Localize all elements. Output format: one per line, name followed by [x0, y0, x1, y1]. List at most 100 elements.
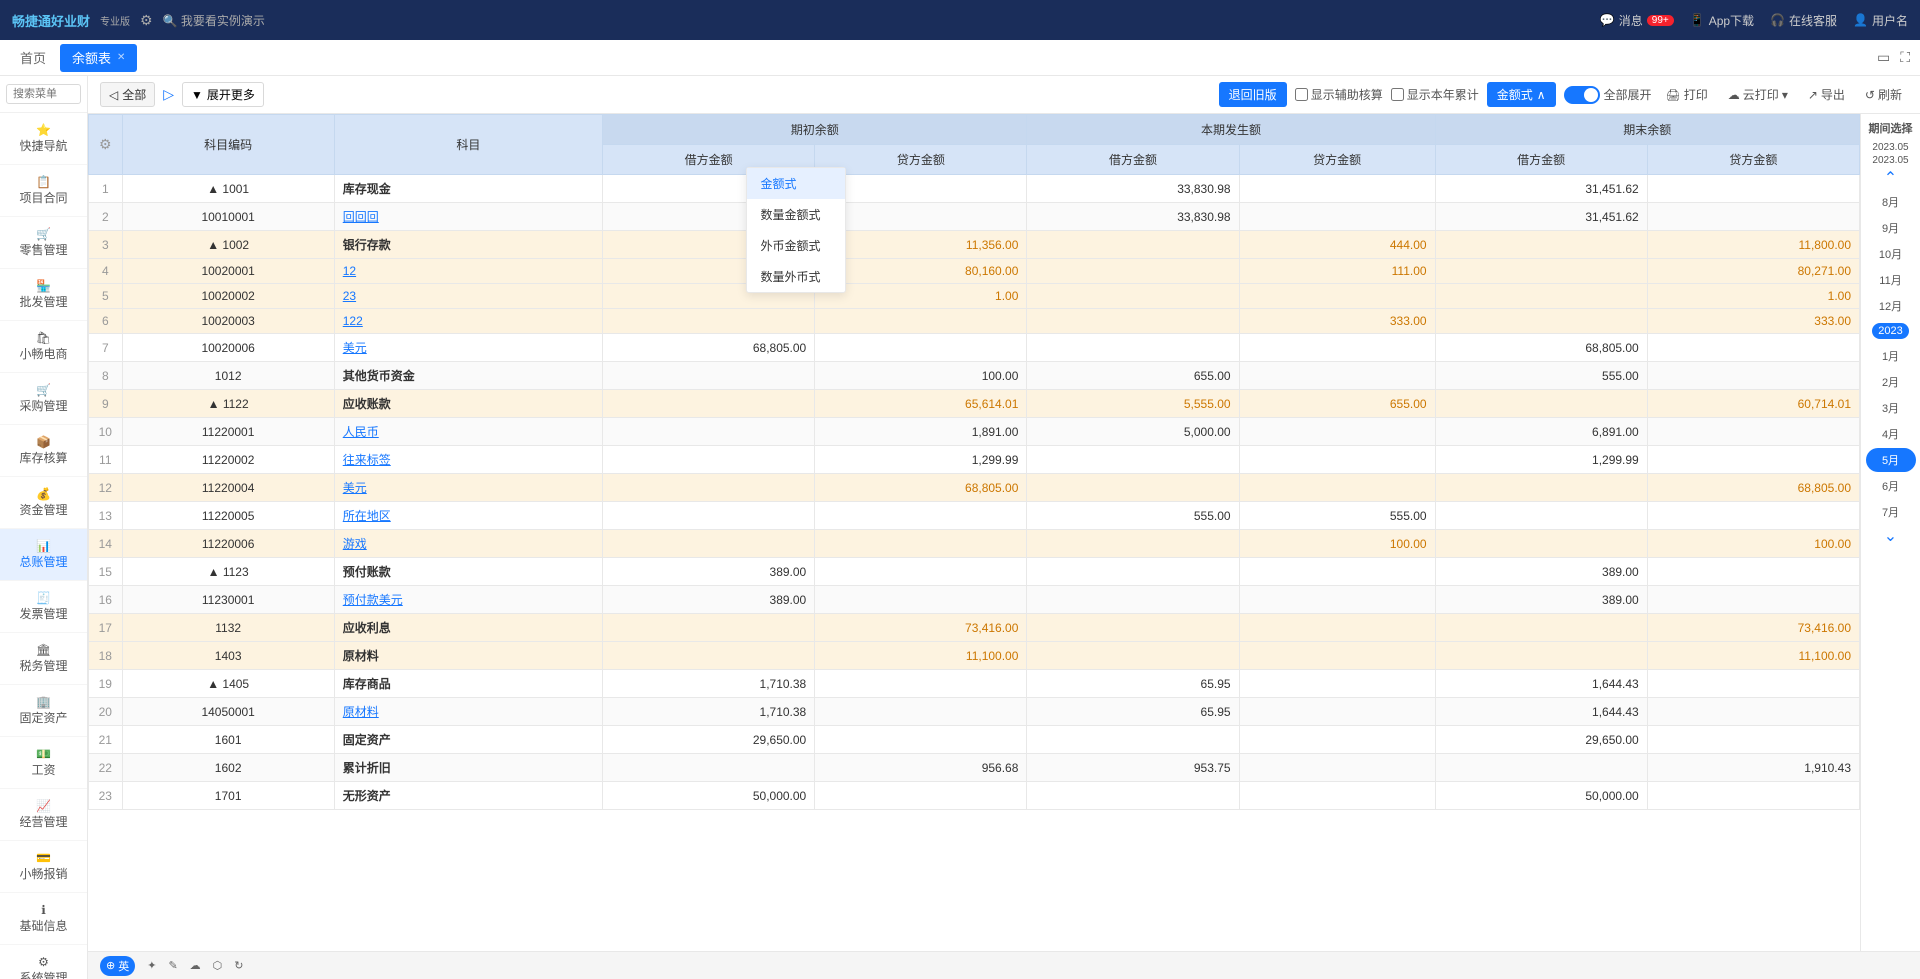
period-5[interactable]: 5月	[1866, 448, 1916, 472]
demo-link[interactable]: 🔍 我要看实例演示	[163, 12, 265, 29]
dropdown-item-amount[interactable]: 金额式	[747, 168, 845, 199]
period-9[interactable]: 9月	[1866, 216, 1916, 240]
sidebar-item-tax[interactable]: 🏛 税务管理	[0, 633, 87, 685]
row-name[interactable]: 其他货币资金	[334, 362, 602, 390]
table-row[interactable]: 19 ▲ 1405 库存商品 1,710.38 65.95 1,644.43	[89, 670, 1860, 698]
amount-mode-btn[interactable]: 金额式 ∧	[1487, 82, 1556, 107]
tab-maximize-icon[interactable]: ⛶	[1898, 47, 1912, 68]
row-name[interactable]: 库存现金	[334, 175, 602, 203]
table-row[interactable]: 10 11220001 人民币 1,891.00 5,000.00 6,891.…	[89, 418, 1860, 446]
row-name[interactable]: 往来标签	[334, 446, 602, 474]
table-row[interactable]: 12 11220004 美元 68,805.00 68,805.00	[89, 474, 1860, 502]
online-service-btn[interactable]: 🎧 在线客服	[1770, 12, 1837, 29]
table-row[interactable]: 1 ▲ 1001 库存现金 65,282.60 33,830.98 31,451…	[89, 175, 1860, 203]
period-10[interactable]: 10月	[1866, 242, 1916, 266]
tab-home[interactable]: 首页	[8, 44, 58, 72]
row-name[interactable]: 预付账款	[334, 558, 602, 586]
row-name[interactable]: 美元	[334, 334, 602, 362]
table-row[interactable]: 15 ▲ 1123 预付账款 389.00 389.00	[89, 558, 1860, 586]
sidebar-item-retail[interactable]: 🛒 零售管理	[0, 217, 87, 269]
export-btn[interactable]: ↗ 导出	[1802, 83, 1851, 106]
sidebar-item-purchase[interactable]: 🛒 采购管理	[0, 373, 87, 425]
sidebar-item-system[interactable]: ⚙ 系统管理	[0, 945, 87, 979]
table-row[interactable]: 5 10020002 23 1.00 1.00	[89, 284, 1860, 309]
row-name[interactable]: 无形资产	[334, 782, 602, 810]
tab-minimize-icon[interactable]: ▭	[1875, 47, 1892, 68]
row-name[interactable]: 应收账款	[334, 390, 602, 418]
table-row[interactable]: 22 1602 累计折旧 956.68 953.75 1,910.43	[89, 754, 1860, 782]
status-icon-3[interactable]: ☁	[190, 959, 201, 972]
table-row[interactable]: 21 1601 固定资产 29,650.00 29,650.00	[89, 726, 1860, 754]
dropdown-item-foreign-amount[interactable]: 外币金额式	[747, 230, 845, 261]
show-yearly-label[interactable]: 显示本年累计	[1391, 86, 1479, 103]
expand-btn[interactable]: ▼ 展开更多	[182, 82, 264, 107]
period-range-start[interactable]: 2023.05	[1872, 142, 1908, 153]
period-8[interactable]: 8月	[1866, 190, 1916, 214]
row-name[interactable]: 122	[334, 309, 602, 334]
user-btn[interactable]: 👤 用户名	[1853, 12, 1908, 29]
table-row[interactable]: 3 ▲ 1002 银行存款 11,356.00 444.00 11,800.00	[89, 231, 1860, 259]
row-name[interactable]: 美元	[334, 474, 602, 502]
sidebar-item-operations[interactable]: 📈 经营管理	[0, 789, 87, 841]
table-row[interactable]: 11 11220002 往来标签 1,299.99 1,299.99	[89, 446, 1860, 474]
sidebar-item-inventory[interactable]: 📦 库存核算	[0, 425, 87, 477]
status-icon-4[interactable]: ⬡	[213, 959, 223, 972]
status-icon-1[interactable]: ✦	[147, 959, 156, 972]
period-up-nav[interactable]: ⌃	[1865, 168, 1916, 188]
sidebar-item-ecommerce[interactable]: 🛍 小畅电商	[0, 321, 87, 373]
sidebar-item-ledger[interactable]: 📊 总账管理	[0, 529, 87, 581]
row-name[interactable]: 回回回	[334, 203, 602, 231]
period-6[interactable]: 6月	[1866, 474, 1916, 498]
row-name[interactable]: 原材料	[334, 698, 602, 726]
table-row[interactable]: 7 10020006 美元 68,805.00 68,805.00	[89, 334, 1860, 362]
sidebar-item-invoice[interactable]: 🧾 发票管理	[0, 581, 87, 633]
switch-track[interactable]	[1564, 86, 1600, 104]
tab-balance[interactable]: 余额表 ✕	[60, 44, 137, 72]
gear-icon[interactable]: ⚙	[140, 12, 153, 29]
table-row[interactable]: 8 1012 其他货币资金 100.00 655.00 555.00	[89, 362, 1860, 390]
dropdown-item-qty-foreign[interactable]: 数量外币式	[747, 261, 845, 292]
status-icon-5[interactable]: ↻	[234, 959, 243, 972]
table-row[interactable]: 16 11230001 预付款美元 389.00 389.00	[89, 586, 1860, 614]
all-btn[interactable]: ◁ 全部	[100, 82, 155, 107]
period-down-nav[interactable]: ⌄	[1865, 526, 1916, 546]
table-row[interactable]: 23 1701 无形资产 50,000.00 50,000.00	[89, 782, 1860, 810]
sidebar-item-project[interactable]: 📋 项目合同	[0, 165, 87, 217]
period-11[interactable]: 11月	[1866, 268, 1916, 292]
row-name[interactable]: 库存商品	[334, 670, 602, 698]
lang-btn[interactable]: ⊕ 英	[100, 956, 135, 976]
row-name[interactable]: 预付款美元	[334, 586, 602, 614]
show-yearly-checkbox[interactable]	[1391, 88, 1404, 101]
period-1[interactable]: 1月	[1866, 344, 1916, 368]
row-name[interactable]: 固定资产	[334, 726, 602, 754]
sidebar-item-wholesale[interactable]: 🏪 批发管理	[0, 269, 87, 321]
expand-all-toggle[interactable]: 全部展开	[1564, 86, 1652, 104]
refresh-btn[interactable]: ↺ 刷新	[1859, 83, 1908, 106]
sidebar-item-capital[interactable]: 💰 资金管理	[0, 477, 87, 529]
period-12[interactable]: 12月	[1866, 294, 1916, 318]
row-name[interactable]: 所在地区	[334, 502, 602, 530]
th-settings[interactable]: ⚙	[89, 115, 123, 175]
app-download-btn[interactable]: 📱 App下载	[1690, 12, 1754, 29]
period-4[interactable]: 4月	[1866, 422, 1916, 446]
column-settings-icon[interactable]: ⚙	[97, 134, 114, 154]
row-name[interactable]: 23	[334, 284, 602, 309]
row-name[interactable]: 12	[334, 259, 602, 284]
row-name[interactable]: 人民币	[334, 418, 602, 446]
status-icon-2[interactable]: ✎	[168, 959, 177, 972]
table-row[interactable]: 20 14050001 原材料 1,710.38 65.95 1,644.43	[89, 698, 1860, 726]
message-btn[interactable]: 💬 消息 99+	[1600, 12, 1674, 29]
table-row[interactable]: 9 ▲ 1122 应收账款 65,614.01 5,555.00 655.00 …	[89, 390, 1860, 418]
table-row[interactable]: 18 1403 原材料 11,100.00 11,100.00	[89, 642, 1860, 670]
row-name[interactable]: 游戏	[334, 530, 602, 558]
search-input[interactable]	[6, 84, 81, 104]
sidebar-item-payroll[interactable]: 💵 工资	[0, 737, 87, 789]
period-3[interactable]: 3月	[1866, 396, 1916, 420]
show-auxiliary-label[interactable]: 显示辅助核算	[1295, 86, 1383, 103]
row-name[interactable]: 累计折旧	[334, 754, 602, 782]
show-auxiliary-checkbox[interactable]	[1295, 88, 1308, 101]
tab-close-btn[interactable]: ✕	[117, 52, 125, 63]
period-7[interactable]: 7月	[1866, 500, 1916, 524]
sidebar-item-quick-nav[interactable]: ⭐ 快捷导航	[0, 113, 87, 165]
row-name[interactable]: 原材料	[334, 642, 602, 670]
